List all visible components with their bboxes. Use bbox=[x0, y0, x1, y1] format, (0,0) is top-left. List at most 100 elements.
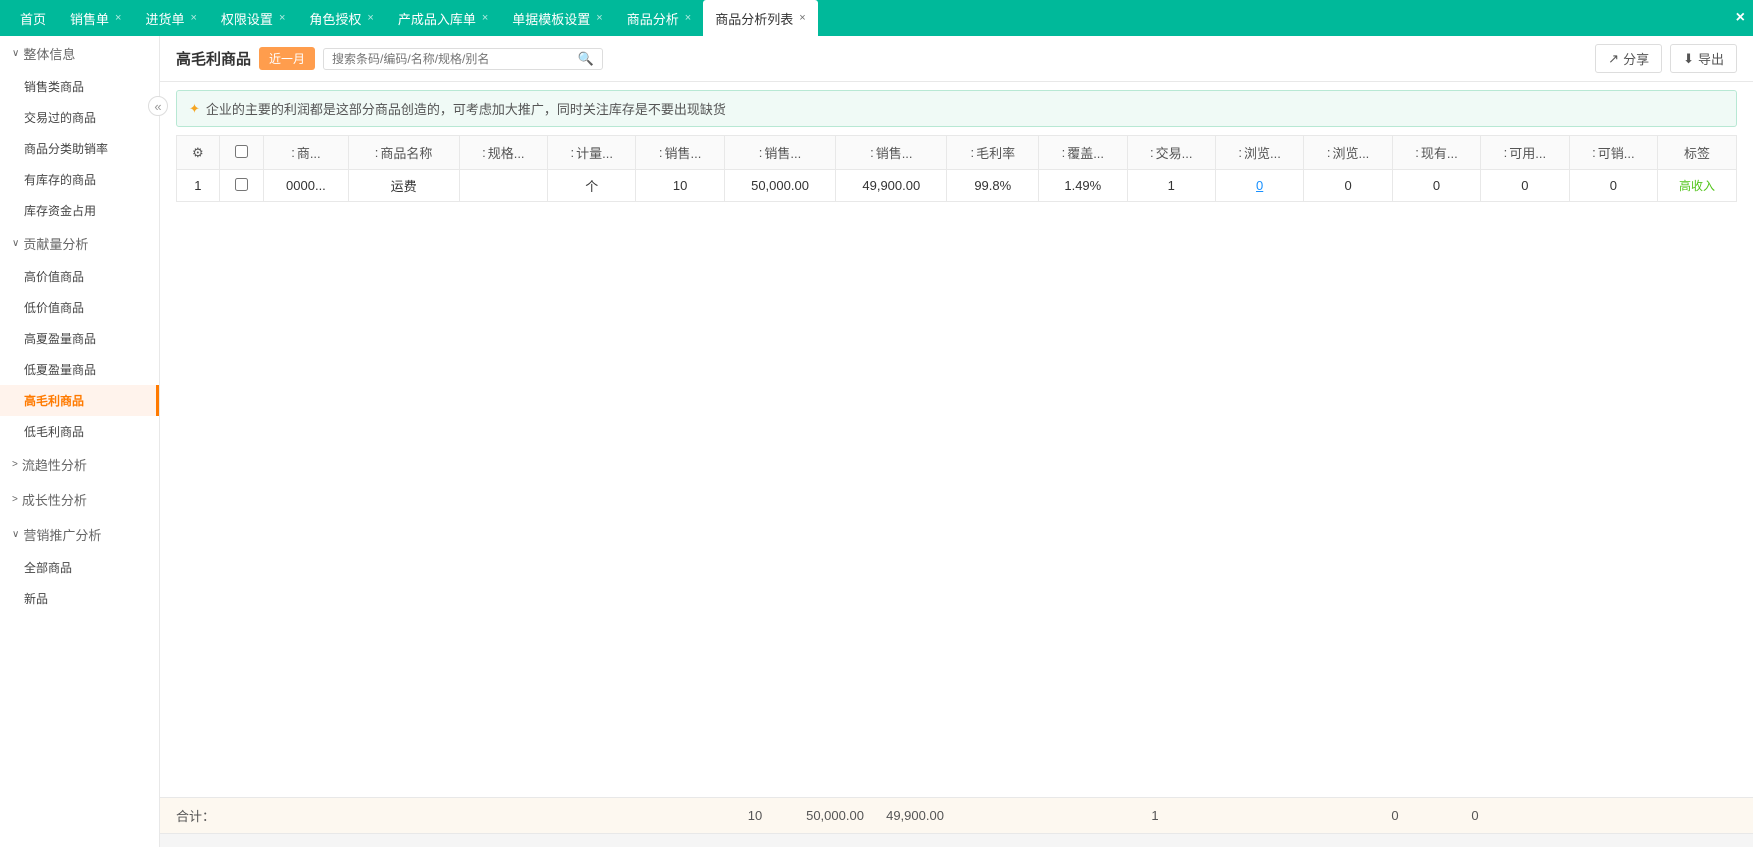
footer-cell-6: 10 bbox=[715, 808, 795, 823]
table-wrap: ⚙:商...:商品名称:规格...:计量...:销售...:销售...:销售..… bbox=[160, 135, 1753, 797]
nav-close-icon-6[interactable]: × bbox=[596, 12, 602, 24]
footer-cell-4 bbox=[555, 808, 635, 823]
footer-cell-13 bbox=[1275, 808, 1355, 823]
tag-badge: 高收入 bbox=[1679, 179, 1715, 193]
sidebar-item-0-4[interactable]: 库存资金占用 bbox=[0, 195, 159, 226]
col-header-settings: ⚙ bbox=[177, 136, 220, 170]
nav-close-icon-8[interactable]: × bbox=[799, 12, 805, 24]
sidebar-group-2[interactable]: >流趋性分析 bbox=[0, 447, 159, 482]
cell-browse2-0: 0 bbox=[1304, 170, 1392, 202]
cell-sellable-0: 0 bbox=[1569, 170, 1657, 202]
col-header-gross_margin[interactable]: :毛利率 bbox=[947, 136, 1039, 170]
cell-available-0: 0 bbox=[1481, 170, 1569, 202]
col-header-sales_qty[interactable]: :销售... bbox=[636, 136, 724, 170]
nav-item-0[interactable]: 首页 bbox=[8, 0, 58, 36]
cell-sales_cost-0: 49,900.00 bbox=[836, 170, 947, 202]
nav-close-icon-1[interactable]: × bbox=[115, 12, 121, 24]
cell-settings-0: 1 bbox=[177, 170, 220, 202]
footer-cells: 1050,000.0049,900.00100 bbox=[235, 808, 1737, 823]
arrow-icon: ∨ bbox=[12, 238, 19, 249]
footer-cell-14: 0 bbox=[1355, 808, 1435, 823]
sidebar-item-1-0[interactable]: 高价值商品 bbox=[0, 261, 159, 292]
sidebar-group-1[interactable]: ∨贡献量分析 bbox=[0, 226, 159, 261]
row-checkbox-0[interactable] bbox=[235, 178, 248, 191]
cell-unit-0: 个 bbox=[548, 170, 636, 202]
sidebar-item-0-3[interactable]: 有库存的商品 bbox=[0, 164, 159, 195]
sidebar-group-3[interactable]: >成长性分析 bbox=[0, 482, 159, 517]
nav-item-1[interactable]: 销售单× bbox=[58, 0, 133, 36]
footer-cell-11: 1 bbox=[1115, 808, 1195, 823]
cell-gross_margin-0: 99.8% bbox=[947, 170, 1039, 202]
sidebar-item-0-1[interactable]: 交易过的商品 bbox=[0, 102, 159, 133]
cell-sales_amount-0: 50,000.00 bbox=[724, 170, 835, 202]
info-bar: ✦ 企业的主要的利润都是这部分商品创造的，可考虑加大推广，同时关注库存是不要出现… bbox=[176, 90, 1737, 127]
nav-item-4[interactable]: 角色授权× bbox=[297, 0, 385, 36]
footer-cell-10 bbox=[1035, 808, 1115, 823]
col-header-trade[interactable]: :交易... bbox=[1127, 136, 1215, 170]
table-footer: 合计： 1050,000.0049,900.00100 bbox=[160, 797, 1753, 833]
col-header-code[interactable]: :商... bbox=[264, 136, 348, 170]
sidebar-item-1-4[interactable]: 高毛利商品 bbox=[0, 385, 159, 416]
col-header-sellable[interactable]: :可销... bbox=[1569, 136, 1657, 170]
top-nav: 首页销售单×进货单×权限设置×角色授权×产成品入库单×单据模板设置×商品分析×商… bbox=[0, 0, 1753, 36]
col-header-sales_cost[interactable]: :销售... bbox=[836, 136, 947, 170]
sidebar-item-1-1[interactable]: 低价值商品 bbox=[0, 292, 159, 323]
sidebar-item-1-3[interactable]: 低夏盈量商品 bbox=[0, 354, 159, 385]
sidebar-collapse-button[interactable]: « bbox=[148, 96, 168, 116]
col-header-browse2[interactable]: :浏览... bbox=[1304, 136, 1392, 170]
share-icon: ↗ bbox=[1608, 51, 1619, 67]
nav-item-5[interactable]: 产成品入库单× bbox=[386, 0, 500, 36]
settings-icon[interactable]: ⚙ bbox=[192, 145, 204, 160]
horizontal-scrollbar[interactable] bbox=[160, 833, 1753, 847]
nav-item-3[interactable]: 权限设置× bbox=[209, 0, 297, 36]
nav-close-icon-5[interactable]: × bbox=[482, 12, 488, 24]
sidebar-group-4[interactable]: ∨营销推广分析 bbox=[0, 517, 159, 552]
cell-current_stock-0: 0 bbox=[1392, 170, 1480, 202]
col-header-coverage[interactable]: :覆盖... bbox=[1039, 136, 1127, 170]
content-area: 高毛利商品 近一月 🔍 ↗ 分享 ⬇ 导出 ✦ 企业的主要的利润都是这部分商品创… bbox=[160, 36, 1753, 847]
export-button[interactable]: ⬇ 导出 bbox=[1670, 44, 1737, 73]
nav-close-icon-4[interactable]: × bbox=[367, 12, 373, 24]
nav-close-icon-7[interactable]: × bbox=[685, 12, 691, 24]
filter-button[interactable]: 近一月 bbox=[259, 47, 315, 70]
nav-item-7[interactable]: 商品分析× bbox=[615, 0, 703, 36]
sidebar-item-4-0[interactable]: 全部商品 bbox=[0, 552, 159, 583]
nav-close-icon-2[interactable]: × bbox=[190, 12, 196, 24]
sidebar-item-0-0[interactable]: 销售类商品 bbox=[0, 71, 159, 102]
col-header-unit[interactable]: :计量... bbox=[548, 136, 636, 170]
col-header-name[interactable]: :商品名称 bbox=[348, 136, 459, 170]
sidebar-item-1-2[interactable]: 高夏盈量商品 bbox=[0, 323, 159, 354]
col-header-sales_amount[interactable]: :销售... bbox=[724, 136, 835, 170]
sidebar-item-4-1[interactable]: 新品 bbox=[0, 583, 159, 614]
col-header-browse1[interactable]: :浏览... bbox=[1215, 136, 1303, 170]
sidebar-group-0[interactable]: ∨整体信息 bbox=[0, 36, 159, 71]
arrow-icon: > bbox=[12, 494, 18, 505]
sidebar-item-1-5[interactable]: 低毛利商品 bbox=[0, 416, 159, 447]
share-button[interactable]: ↗ 分享 bbox=[1595, 44, 1662, 73]
export-icon: ⬇ bbox=[1683, 51, 1694, 67]
footer-cell-5 bbox=[635, 808, 715, 823]
data-table: ⚙:商...:商品名称:规格...:计量...:销售...:销售...:销售..… bbox=[176, 135, 1737, 202]
footer-cell-3 bbox=[475, 808, 555, 823]
nav-close-icon-3[interactable]: × bbox=[279, 12, 285, 24]
cell-sales_qty-0: 10 bbox=[636, 170, 724, 202]
col-header-available[interactable]: :可用... bbox=[1481, 136, 1569, 170]
search-icon[interactable]: 🔍 bbox=[578, 51, 594, 67]
nav-item-6[interactable]: 单据模板设置× bbox=[500, 0, 614, 36]
col-header-current_stock[interactable]: :现有... bbox=[1392, 136, 1480, 170]
cell-checkbox-0[interactable] bbox=[219, 170, 264, 202]
footer-cell-1 bbox=[315, 808, 395, 823]
close-all-icon[interactable]: × bbox=[1736, 9, 1745, 27]
select-all-checkbox[interactable] bbox=[235, 145, 248, 158]
nav-item-8[interactable]: 商品分析列表× bbox=[703, 0, 817, 36]
sidebar: ∨整体信息销售类商品交易过的商品商品分类助销率有库存的商品库存资金占用∨贡献量分… bbox=[0, 36, 160, 847]
sidebar-item-0-2[interactable]: 商品分类助销率 bbox=[0, 133, 159, 164]
action-buttons: ↗ 分享 ⬇ 导出 bbox=[1595, 44, 1737, 73]
cell-trade-0: 1 bbox=[1127, 170, 1215, 202]
nav-item-2[interactable]: 进货单× bbox=[133, 0, 208, 36]
search-input[interactable] bbox=[332, 52, 578, 66]
cell-tag-0: 高收入 bbox=[1658, 170, 1737, 202]
col-header-spec[interactable]: :规格... bbox=[459, 136, 547, 170]
browse-link[interactable]: 0 bbox=[1256, 178, 1263, 193]
footer-cell-8: 49,900.00 bbox=[875, 808, 955, 823]
